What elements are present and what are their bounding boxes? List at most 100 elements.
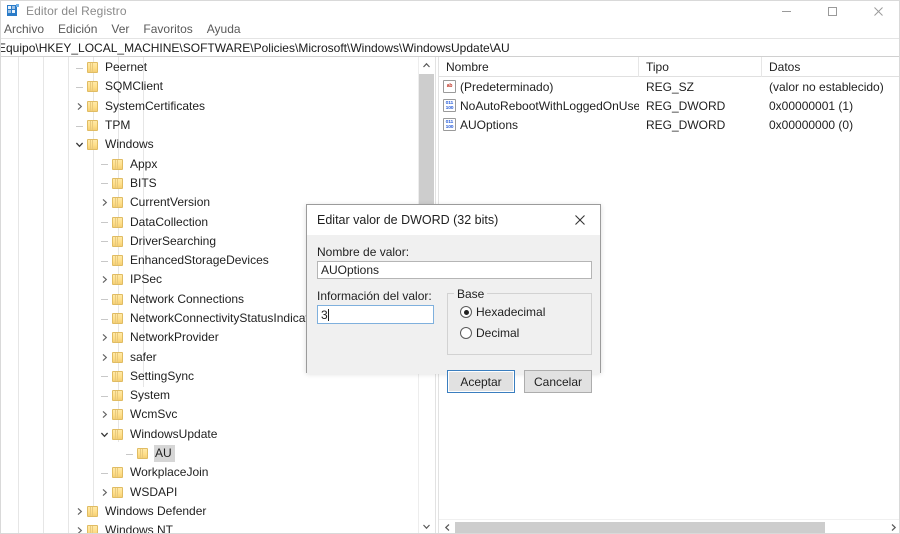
values-hscroll-track[interactable] [455,519,885,533]
scroll-up-icon[interactable] [419,57,434,74]
menu-item-edicion[interactable]: Edición [51,21,104,38]
tree-item-windows-defender[interactable]: Windows Defender [1,502,421,521]
registry-editor-window: Editor del Registro Archivo Edición Ver … [0,0,900,534]
tree-item-label: DriverSearching [130,233,217,248]
tree-item-appx[interactable]: Appx [1,154,421,173]
chevron-right-icon[interactable] [96,330,112,346]
tree-item-system[interactable]: System [1,386,421,405]
value-data-cell: 0x00000000 (0) [769,117,854,132]
accept-button[interactable]: Aceptar [447,370,515,393]
values-hscroll-thumb[interactable] [455,521,825,533]
value-type-cell: REG_DWORD [646,117,726,132]
chevron-down-icon[interactable] [71,137,87,153]
value-data-input[interactable]: 3 [317,305,434,324]
scroll-right-icon[interactable] [885,520,899,534]
scroll-left-icon[interactable] [439,520,455,534]
tree-item-windowsupdate[interactable]: WindowsUpdate [1,425,421,444]
tree-leaf-marker [71,79,87,95]
tree-item-label: WindowsUpdate [130,426,218,441]
tree-item-label: Peernet [105,60,148,75]
folder-icon [87,119,98,132]
chevron-down-icon[interactable] [96,426,112,442]
menu-item-ver[interactable]: Ver [104,21,136,38]
tree-item-peernet[interactable]: Peernet [1,58,421,77]
value-data-label: Información del valor: [317,289,432,303]
window-controls [763,1,899,21]
tree-item-label: IPSec [130,272,163,287]
tree-item-windows[interactable]: Windows [1,135,421,154]
tree-item-sqmclient[interactable]: SQMClient [1,77,421,96]
scroll-down-icon[interactable] [419,518,434,533]
chevron-right-icon[interactable] [96,195,112,211]
value-name-text: AUOptions [321,263,380,277]
tree-item-label: Appx [130,156,158,171]
dialog-close-button[interactable] [560,205,600,235]
menu-item-archivo[interactable]: Archivo [1,21,51,38]
radio-hexadecimal-icon [460,306,472,318]
folder-icon [112,196,123,209]
reg-dword-icon: 011 100 [443,99,456,112]
cancel-button[interactable]: Cancelar [524,370,592,393]
value-name-input[interactable]: AUOptions [317,261,592,279]
tree-item-label: WSDAPI [130,484,178,499]
registry-path: Equipo\HKEY_LOCAL_MACHINE\SOFTWARE\Polic… [0,40,510,55]
tree-item-au[interactable]: AU [1,444,421,463]
value-row[interactable]: 011 100 AUOptions REG_DWORD 0x00000000 (0) [439,115,899,134]
folder-icon [112,273,123,286]
chevron-right-icon[interactable] [96,484,112,500]
tree-item-label: DataCollection [130,214,209,229]
tree-item-label: WcmSvc [130,407,178,422]
folder-icon [112,389,123,402]
tree-leaf-marker [96,156,112,172]
radio-hexadecimal[interactable]: Hexadecimal [460,305,545,319]
value-name-label: Nombre de valor: [317,245,410,259]
folder-icon [112,293,123,306]
folder-icon [87,100,98,113]
tree-leaf-marker [96,175,112,191]
edit-dword-dialog: Editar valor de DWORD (32 bits) Nombre d… [306,204,601,393]
title-bar: Editor del Registro [1,1,899,21]
tree-item-tpm[interactable]: TPM [1,116,421,135]
maximize-button[interactable] [809,1,855,21]
tree-item-label: WorkplaceJoin [130,465,209,480]
tree-item-systemcertificates[interactable]: SystemCertificates [1,97,421,116]
radio-decimal[interactable]: Decimal [460,326,519,340]
tree-item-label: NetworkConnectivityStatusIndicator [130,311,320,325]
tree-item-wsdapi[interactable]: WSDAPI [1,483,421,502]
chevron-right-icon[interactable] [71,503,87,519]
tree-leaf-marker [96,388,112,404]
address-bar[interactable]: Equipo\HKEY_LOCAL_MACHINE\SOFTWARE\Polic… [0,38,899,57]
column-header-datos[interactable]: Datos [762,57,899,77]
chevron-right-icon[interactable] [96,272,112,288]
close-button[interactable] [855,1,899,21]
tree-item-label: Windows Defender [105,503,207,518]
tree-item-workplacejoin[interactable]: WorkplaceJoin [1,463,421,482]
folder-icon [112,331,123,344]
menu-bar: Archivo Edición Ver Favoritos Ayuda [1,21,899,38]
tree-item-bits[interactable]: BITS [1,174,421,193]
tree-item-wcmsvc[interactable]: WcmSvc [1,405,421,424]
reg-dword-icon: 011 100 [443,118,456,131]
folder-icon [112,177,123,190]
values-horizontal-scrollbar[interactable] [439,519,899,534]
value-name-cell: ab (Predeterminado) [439,80,639,94]
chevron-right-icon[interactable] [96,349,112,365]
folder-icon [87,505,98,518]
column-header-nombre[interactable]: Nombre [439,57,639,77]
minimize-button[interactable] [763,1,809,21]
chevron-right-icon[interactable] [71,523,87,533]
chevron-right-icon[interactable] [96,407,112,423]
folder-icon [87,80,98,93]
value-name-text: (Predeterminado) [460,79,554,94]
column-header-tipo[interactable]: Tipo [639,57,762,77]
tree-item-label: SettingSync [130,368,195,383]
value-row[interactable]: ab (Predeterminado) REG_SZ (valor no establ… [439,77,899,96]
value-data-text: 3 [321,307,328,322]
menu-item-ayuda[interactable]: Ayuda [200,21,248,38]
value-row[interactable]: 011 100 NoAutoRebootWithLoggedOnUsers REG_D… [439,96,899,115]
chevron-right-icon[interactable] [71,98,87,114]
values-list[interactable]: ab (Predeterminado) REG_SZ (valor no establ… [439,77,899,134]
menu-item-favoritos[interactable]: Favoritos [136,21,199,38]
tree-item-windows-nt[interactable]: Windows NT [1,521,421,533]
tree-leaf-marker [96,368,112,384]
